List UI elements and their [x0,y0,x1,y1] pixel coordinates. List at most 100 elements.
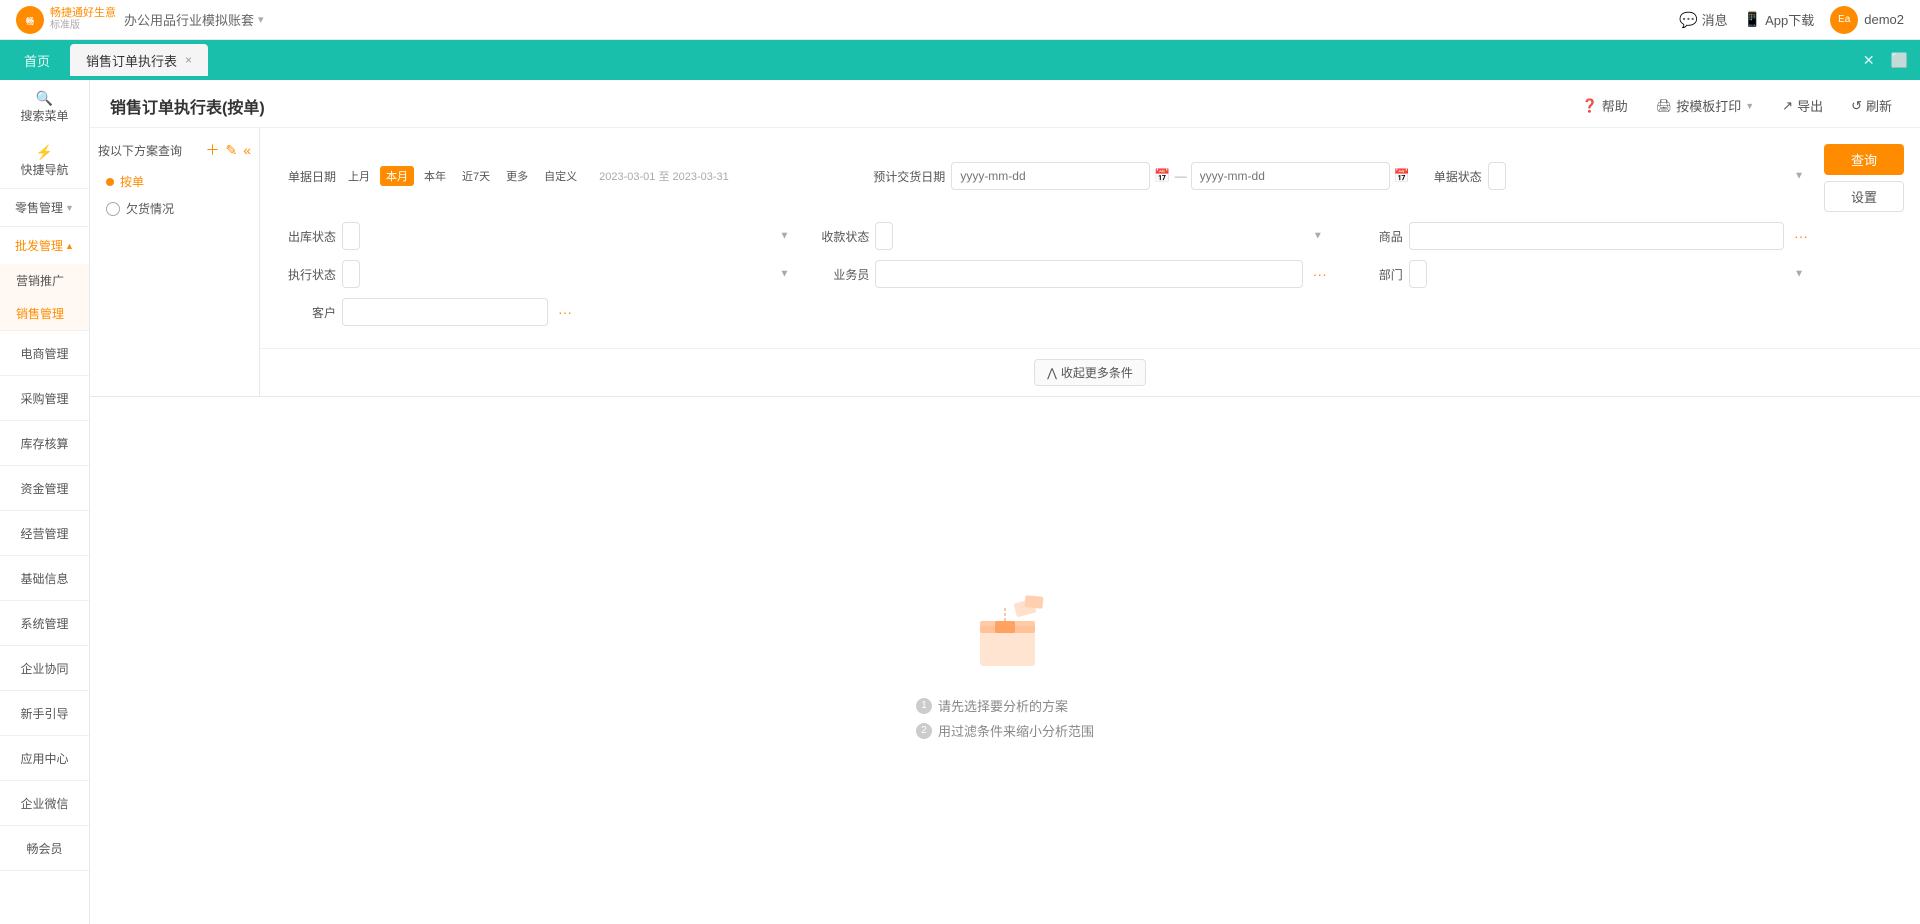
filter-expected-date-label: 预计交货日期 [873,168,945,185]
message-btn[interactable]: 💬 消息 [1679,10,1728,29]
sidebar-search-label: 搜索菜单 [20,107,68,124]
payment-chevron-icon: ▼ [1313,231,1323,242]
refresh-btn[interactable]: ↺ 刷新 [1843,92,1900,119]
sidebar-newbie-section: 新手引导 [0,691,89,736]
filter-dept-select[interactable] [1409,260,1427,288]
empty-tip-2-text: 用过滤条件来缩小分析范围 [938,721,1094,740]
filter-sidebar-title: 按以下方案查询 ＋ ✎ « [98,140,251,160]
sidebar-item-apps[interactable]: 应用中心 [0,736,89,780]
customer-dots-icon[interactable]: ··· [554,304,576,320]
sidebar-system-section: 系统管理 [0,601,89,646]
content-area: 销售订单执行表(按单) ❓ 帮助 🖨 按模板打印 ▼ ↗ 导出 [90,80,1920,924]
sidebar-item-basic[interactable]: 基础信息 [0,556,89,600]
sidebar-item-wholesale[interactable]: 批发管理 ▲ [0,227,89,264]
sidebar-item-marketing-label: 营销推广 [16,272,64,289]
date-tab-custom[interactable]: 自定义 [538,166,583,186]
filter-outbound-select[interactable] [342,222,360,250]
filter-item-invoice[interactable]: 按单 [98,168,251,195]
date-tab-last-month[interactable]: 上月 [342,166,376,186]
tab-home[interactable]: 首页 [8,44,66,76]
filter-actions: 查询 设置 [1824,140,1904,212]
filter-product-label: 商品 [1343,228,1403,245]
user-area[interactable]: Ea demo2 [1830,6,1904,34]
filter-item-owe-label: 欠货情况 [126,200,174,217]
sidebar-item-member[interactable]: 畅会员 [0,826,89,870]
tab-close-window-btn[interactable]: ✕ [1859,48,1879,73]
filter-salesperson-input[interactable] [875,260,1302,288]
refresh-label: 刷新 [1866,96,1892,115]
filter-field-expected-date: 预计交货日期 📅 — 📅 [873,162,1410,190]
tab-sales-order[interactable]: 销售订单执行表 × [70,44,208,76]
filter-active-dot [106,178,114,186]
sidebar-basic-section: 基础信息 [0,556,89,601]
sidebar-item-retail[interactable]: 零售管理 ▼ [0,189,89,226]
sidebar-item-inventory[interactable]: 库存核算 [0,421,89,465]
filter-payment-select[interactable] [875,222,893,250]
tab-bar: 首页 销售订单执行表 × ✕ ⬜ [0,40,1920,80]
expected-date-start-input[interactable] [951,162,1150,190]
expected-date-end-input[interactable] [1191,162,1390,190]
sidebar-item-ecommerce[interactable]: 电商管理 [0,331,89,375]
salesperson-dots-icon[interactable]: ··· [1309,266,1331,282]
sidebar-item-finance[interactable]: 资金管理 [0,466,89,510]
filter-exec-select[interactable] [342,260,360,288]
filter-field-dept: 部门 ▼ [1343,260,1812,288]
more-conditions-btn[interactable]: ⋀ 收起更多条件 [1034,359,1146,386]
filter-sidebar-icons: ＋ ✎ « [205,140,251,160]
help-btn[interactable]: ❓ 帮助 [1574,92,1636,119]
filter-field-exec: 执行状态 ▼ [276,260,797,288]
filter-edit-icon[interactable]: ✎ [225,142,237,159]
filter-row-4: 客户 ··· [276,298,1904,326]
tab-close-icon[interactable]: × [185,53,192,67]
message-icon: 💬 [1679,11,1698,29]
sidebar-item-sales[interactable]: 销售管理 [0,297,89,330]
sidebar-quick-label: 快捷导航 [20,161,68,178]
filter-payment-wrapper: ▼ [875,222,1330,250]
filter-collapse-icon[interactable]: « [243,142,251,158]
sidebar-item-ecommerce-label: 电商管理 [20,345,68,362]
filter-exec-wrapper: ▼ [342,260,797,288]
sidebar-item-weixin[interactable]: 企业微信 [0,781,89,825]
sidebar-item-enterprise[interactable]: 企业协同 [0,646,89,690]
print-btn[interactable]: 🖨 按模板打印 ▼ [1648,92,1762,119]
calendar-icon-1: 📅 [1154,168,1170,184]
filter-status-select[interactable] [1488,162,1506,190]
sidebar-quick-nav[interactable]: ⚡ 快捷导航 [0,134,89,188]
sidebar-item-purchase[interactable]: 采购管理 [0,376,89,420]
breadcrumb[interactable]: 办公用品行业模拟账套 ▾ [124,10,264,29]
filter-item-owe[interactable]: 欠货情况 [98,195,251,222]
export-btn[interactable]: ↗ 导出 [1774,92,1831,119]
app-download-btn[interactable]: 📱 App下载 [1744,10,1815,29]
filter-inactive-circle [106,202,120,216]
logo-text-line1: 畅捷通好生意 [50,7,116,20]
date-tab-more[interactable]: 更多 [500,166,534,186]
date-tab-this-month[interactable]: 本月 [380,166,414,186]
status-chevron-icon: ▼ [1794,171,1804,182]
empty-tips: 1 请先选择要分析的方案 2 用过滤条件来缩小分析范围 [916,696,1094,740]
filter-add-icon[interactable]: ＋ [205,140,219,160]
sidebar-item-system[interactable]: 系统管理 [0,601,89,645]
date-tab-7days[interactable]: 近7天 [456,166,496,186]
date-tab-this-year[interactable]: 本年 [418,166,452,186]
sidebar-search[interactable]: 🔍 搜索菜单 [0,80,89,134]
sidebar: 🔍 搜索菜单 ⚡ 快捷导航 零售管理 ▼ 批发管理 ▲ 营销推广 [0,80,90,924]
query-button[interactable]: 查询 [1824,144,1904,175]
collapse-icon: ⋀ [1047,366,1057,380]
sidebar-item-finance-label: 资金管理 [20,480,68,497]
filter-payment-label: 收款状态 [809,228,869,245]
sidebar-item-newbie[interactable]: 新手引导 [0,691,89,735]
empty-tip-1-text: 请先选择要分析的方案 [938,696,1068,715]
sidebar-item-weixin-label: 企业微信 [20,795,68,812]
setting-button[interactable]: 设置 [1824,181,1904,212]
product-dots-icon[interactable]: ··· [1790,228,1812,244]
sidebar-item-basic-label: 基础信息 [20,570,68,587]
sidebar-item-marketing[interactable]: 营销推广 [0,264,89,297]
sidebar-item-purchase-label: 采购管理 [20,390,68,407]
tip-num-2: 2 [916,723,932,739]
filter-expected-date-group: 📅 — 📅 [951,162,1410,190]
tab-maximize-btn[interactable]: ⬜ [1887,48,1912,73]
filter-product-input[interactable] [1409,222,1784,250]
filter-customer-input[interactable] [342,298,548,326]
sidebar-purchase-section: 采购管理 [0,376,89,421]
sidebar-item-operation[interactable]: 经营管理 [0,511,89,555]
